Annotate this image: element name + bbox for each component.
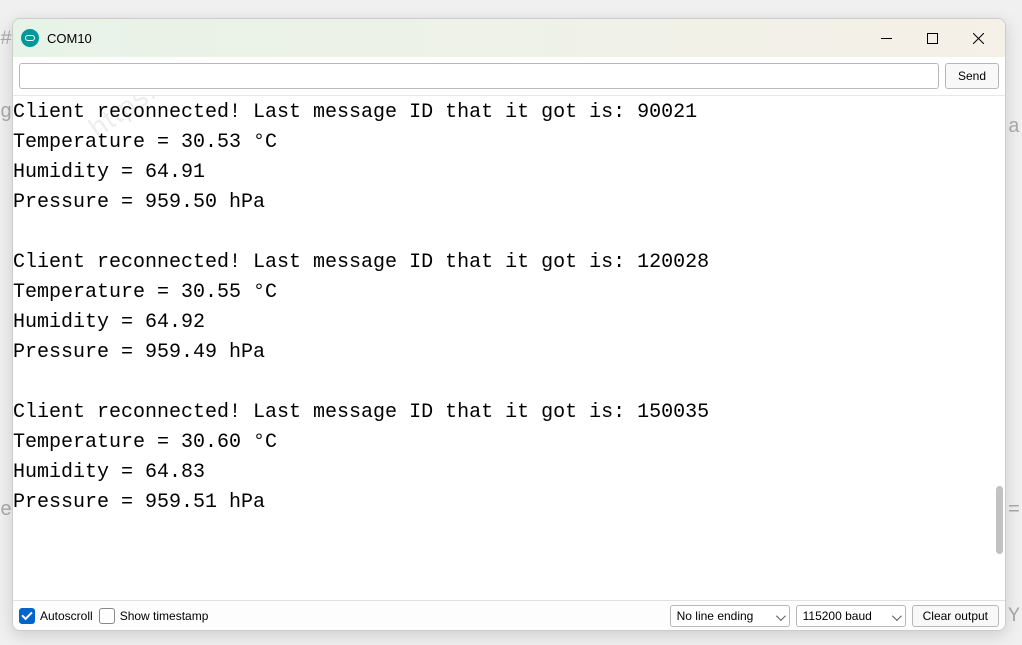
serial-input[interactable]	[19, 63, 939, 89]
output-area: https://microdigisoft.com - 19:19 Client…	[13, 96, 1005, 600]
window-controls	[863, 19, 1001, 57]
autoscroll-label: Autoscroll	[40, 609, 93, 623]
serial-monitor-window: COM10 Send https://microdigisoft.com - 1…	[12, 18, 1006, 631]
maximize-button[interactable]	[909, 19, 955, 57]
autoscroll-checkbox[interactable]: Autoscroll	[19, 608, 93, 624]
bg-char: =	[1008, 499, 1020, 522]
baud-value: 115200 baud	[803, 609, 872, 623]
close-icon	[973, 33, 984, 44]
bg-char: a	[1008, 116, 1020, 139]
checkbox-checked-icon	[19, 608, 35, 624]
bg-char: e	[0, 499, 12, 522]
baud-select[interactable]: 115200 baud	[796, 605, 906, 627]
bottom-bar: Autoscroll Show timestamp No line ending…	[13, 600, 1005, 630]
clear-output-button[interactable]: Clear output	[912, 605, 999, 627]
window-title: COM10	[47, 31, 863, 46]
input-row: Send	[13, 57, 1005, 96]
maximize-icon	[927, 33, 938, 44]
minimize-icon	[881, 33, 892, 44]
bg-char: g	[0, 101, 12, 124]
titlebar: COM10	[13, 19, 1005, 57]
scrollbar[interactable]	[991, 96, 1005, 600]
line-ending-select[interactable]: No line ending	[670, 605, 790, 627]
timestamp-label: Show timestamp	[120, 609, 209, 623]
minimize-button[interactable]	[863, 19, 909, 57]
serial-output[interactable]: Client reconnected! Last message ID that…	[13, 96, 1005, 600]
arduino-icon	[21, 29, 39, 47]
checkbox-unchecked-icon	[99, 608, 115, 624]
line-ending-value: No line ending	[677, 609, 754, 623]
close-button[interactable]	[955, 19, 1001, 57]
send-button[interactable]: Send	[945, 63, 999, 89]
scrollbar-thumb[interactable]	[996, 486, 1003, 554]
bg-char: #	[0, 28, 12, 51]
timestamp-checkbox[interactable]: Show timestamp	[99, 608, 209, 624]
bg-char: Y	[1008, 605, 1020, 628]
